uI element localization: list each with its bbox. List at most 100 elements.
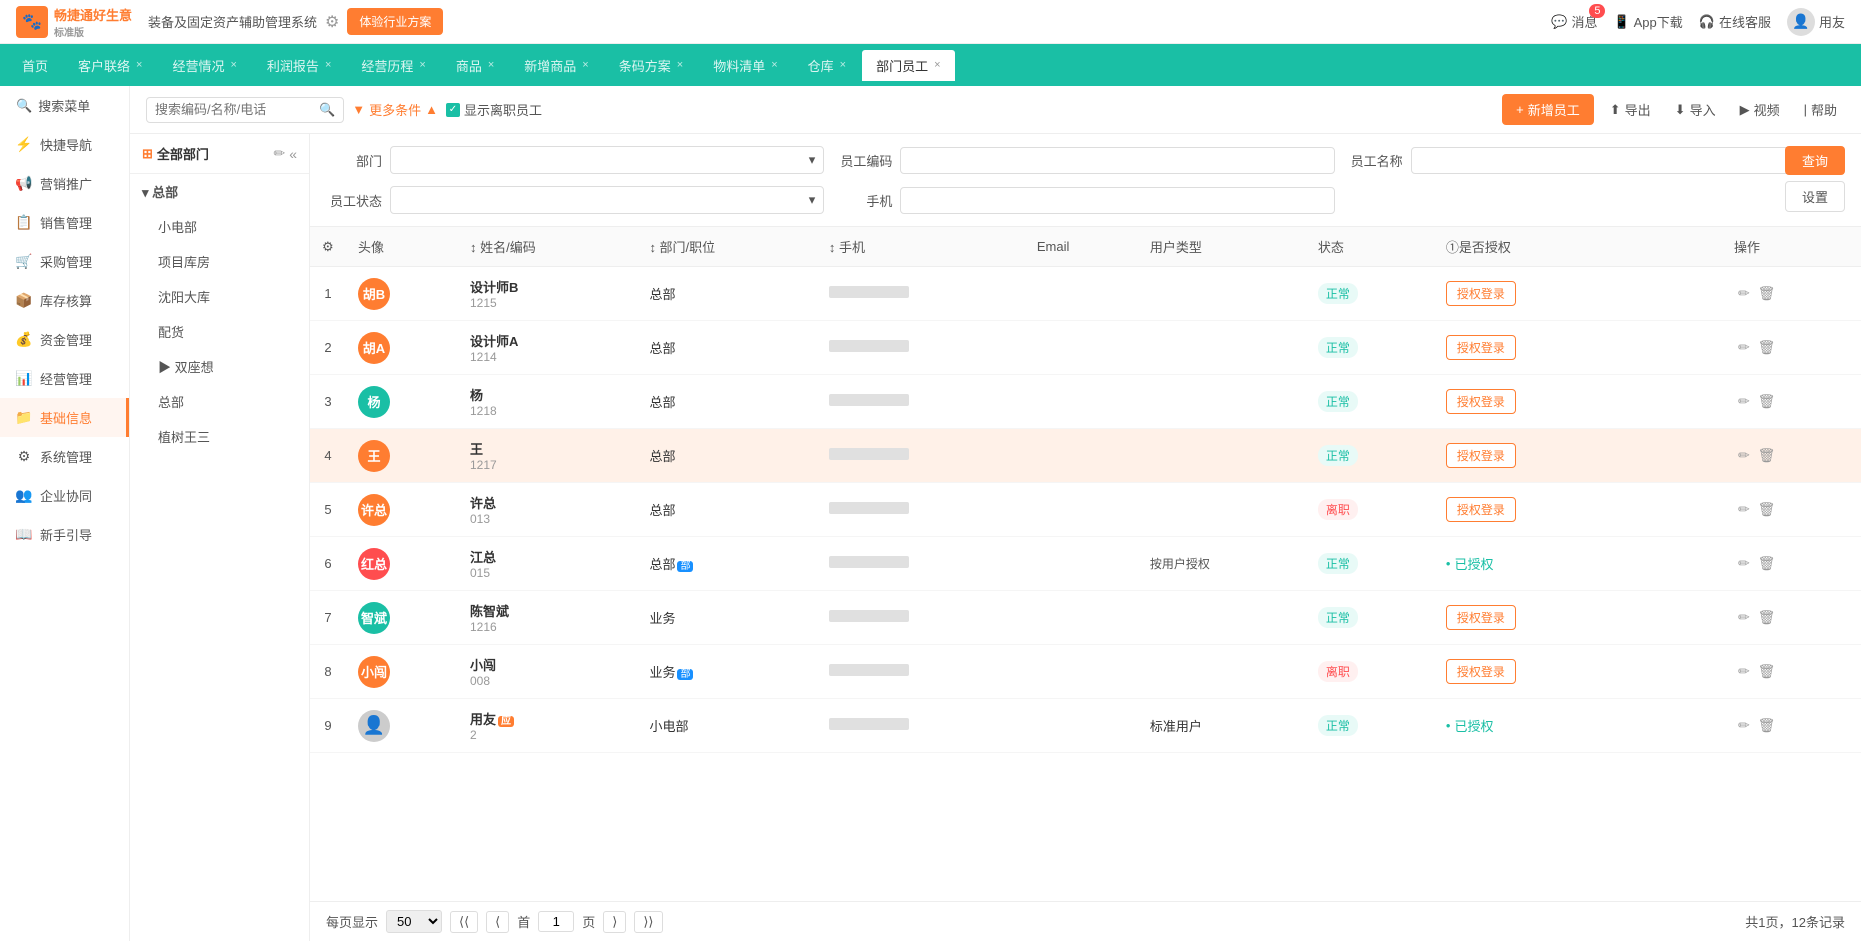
reset-button[interactable]: 设置 [1785,181,1845,212]
tab-warehouse[interactable]: 仓库× [794,50,860,81]
next-page-button[interactable]: ⟩ [603,911,626,933]
close-icon[interactable]: × [419,59,425,71]
delete-button[interactable]: 🗑 [1754,499,1780,520]
search-btn-icon[interactable]: 🔍 [319,102,335,118]
delete-button[interactable]: 🗑 [1754,553,1780,574]
tab-customer[interactable]: 客户联络× [64,50,156,81]
import-button[interactable]: ⬇ 导入 [1667,96,1724,123]
phone-input[interactable] [900,187,1334,214]
add-employee-button[interactable]: + 新增员工 [1502,94,1594,125]
col-name[interactable]: ↕ 姓名/编码 [458,227,637,267]
sidebar-item-quick-nav[interactable]: ⚡ 快捷导航 [0,125,129,164]
status-select[interactable]: ▾ [390,186,824,214]
delete-button[interactable]: 🗑 [1754,445,1780,466]
dept-item-shuangzuo[interactable]: ▶ 双座想 [130,349,309,384]
delete-button[interactable]: 🗑 [1754,661,1780,682]
sidebar-item-purchase[interactable]: 🛒 采购管理 [0,242,129,281]
first-page-button[interactable]: ⟨⟨ [450,911,478,933]
close-icon[interactable]: × [934,59,940,71]
tab-barcode[interactable]: 条码方案× [605,50,697,81]
auth-login-button[interactable]: 授权登录 [1446,443,1516,468]
dept-item-shenyang[interactable]: 沈阳大库 [130,279,309,314]
close-icon[interactable]: × [582,59,588,71]
gear-button[interactable]: ⚙ [325,12,339,32]
dept-item-xiaodibu[interactable]: 小电部 [130,209,309,244]
search-input[interactable] [155,102,315,117]
view-button[interactable]: ▶ 视频 [1732,96,1788,123]
online-service-item[interactable]: 🎧 在线客服 [1699,12,1771,31]
edit-button[interactable]: ✏ [1734,661,1754,682]
query-button[interactable]: 查询 [1785,146,1845,175]
tab-bom[interactable]: 物料清单× [699,50,791,81]
sidebar-item-basic-info[interactable]: 📁 基础信息 [0,398,129,437]
sidebar-item-collab[interactable]: 👥 企业协同 [0,476,129,515]
sidebar-item-marketing[interactable]: 📢 营销推广 [0,164,129,203]
dept-collapse-button[interactable]: « [289,145,297,162]
user-item[interactable]: 👤 用友 [1787,8,1845,36]
dept-item-main[interactable]: ▾ 总部 [130,174,309,209]
close-icon[interactable]: × [488,59,494,71]
delete-button[interactable]: 🗑 [1754,337,1780,358]
delete-button[interactable]: 🗑 [1754,715,1780,736]
close-icon[interactable]: × [677,59,683,71]
tab-dept-employee[interactable]: 部门员工× [862,50,954,81]
col-settings[interactable]: ⚙ [310,227,346,267]
close-icon[interactable]: × [325,59,331,71]
sidebar-item-sales[interactable]: 📋 销售管理 [0,203,129,242]
trial-button[interactable]: 体验行业方案 [347,8,443,35]
auth-login-button[interactable]: 授权登录 [1446,605,1516,630]
auth-login-button[interactable]: 授权登录 [1446,497,1516,522]
auth-login-button[interactable]: 授权登录 [1446,659,1516,684]
per-page-select[interactable]: 50 100 [386,910,442,933]
export-button[interactable]: ⬆ 导出 [1602,96,1659,123]
close-icon[interactable]: × [230,59,236,71]
prev-page-button[interactable]: ⟨ [486,911,509,933]
auth-login-button[interactable]: 授权登录 [1446,335,1516,360]
more-filter-button[interactable]: ▼ 更多条件 ▲ [352,100,438,119]
message-item[interactable]: 💬 消息 5 [1551,12,1597,31]
edit-button[interactable]: ✏ [1734,715,1754,736]
page-input[interactable] [538,911,574,932]
sidebar-item-operation[interactable]: 📊 经营管理 [0,359,129,398]
edit-button[interactable]: ✏ [1734,391,1754,412]
edit-button[interactable]: ✏ [1734,283,1754,304]
sidebar-item-search[interactable]: 🔍 搜索菜单 [0,86,129,125]
close-icon[interactable]: × [771,59,777,71]
delete-button[interactable]: 🗑 [1754,283,1780,304]
dept-item-zongbu[interactable]: 总部 [130,384,309,419]
empcode-input[interactable] [900,147,1334,174]
edit-button[interactable]: ✏ [1734,553,1754,574]
close-icon[interactable]: × [840,59,846,71]
sidebar-item-system[interactable]: ⚙ 系统管理 [0,437,129,476]
dept-edit-button[interactable]: ✏ [273,145,285,162]
tab-add-goods[interactable]: 新增商品× [510,50,602,81]
edit-button[interactable]: ✏ [1734,445,1754,466]
help-button[interactable]: | 帮助 [1796,96,1845,123]
last-page-button[interactable]: ⟩⟩ [634,911,662,933]
app-download-item[interactable]: 📱 App下载 [1613,12,1682,31]
empname-input[interactable] [1411,147,1845,174]
edit-button[interactable]: ✏ [1734,337,1754,358]
col-phone[interactable]: ↕ 手机 [817,227,1025,267]
tab-home[interactable]: 首页 [8,50,62,81]
dept-item-peihuo[interactable]: 配货 [130,314,309,349]
sidebar-item-guide[interactable]: 📖 新手引导 [0,515,129,554]
tab-history[interactable]: 经营历程× [347,50,439,81]
tab-business[interactable]: 经营情况× [158,50,250,81]
sidebar-item-inventory[interactable]: 📦 库存核算 [0,281,129,320]
dept-item-project[interactable]: 项目库房 [130,244,309,279]
delete-button[interactable]: 🗑 [1754,607,1780,628]
close-icon[interactable]: × [136,59,142,71]
edit-button[interactable]: ✏ [1734,607,1754,628]
sidebar-item-finance[interactable]: 💰 资金管理 [0,320,129,359]
auth-login-button[interactable]: 授权登录 [1446,281,1516,306]
dept-item-zhi[interactable]: 植树王三 [130,419,309,454]
dept-select[interactable]: ▾ [390,146,824,174]
auth-login-button[interactable]: 授权登录 [1446,389,1516,414]
resigned-checkbox[interactable]: ✓ [446,103,460,117]
delete-button[interactable]: 🗑 [1754,391,1780,412]
tab-goods[interactable]: 商品× [442,50,508,81]
tab-profit[interactable]: 利润报告× [253,50,345,81]
col-dept[interactable]: ↕ 部门/职位 [637,227,816,267]
edit-button[interactable]: ✏ [1734,499,1754,520]
